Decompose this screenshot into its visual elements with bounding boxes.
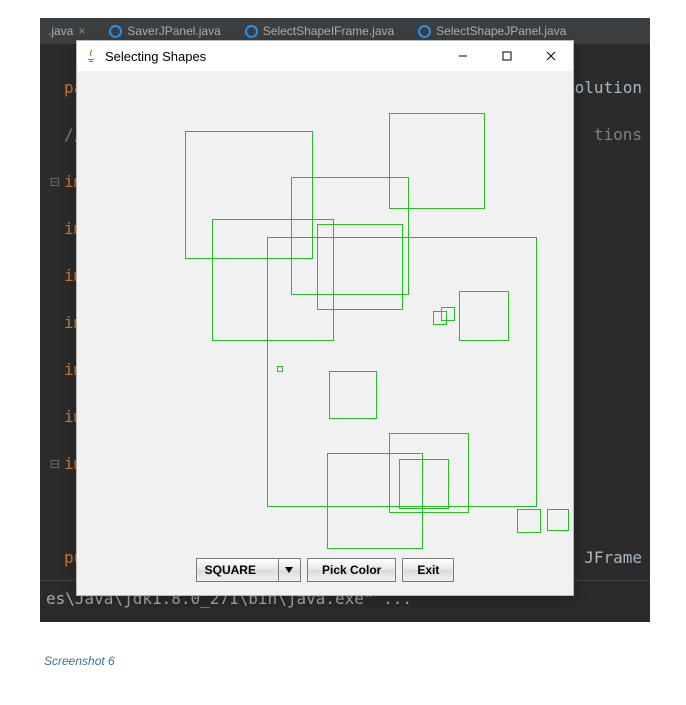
ide-tab-label: SelectShapeJPanel.java xyxy=(436,24,566,38)
square-shape xyxy=(277,366,283,372)
square-shape xyxy=(389,113,485,209)
ide-tab[interactable]: SelectShapeIFrame.java xyxy=(245,24,394,38)
ide-tab-label: SaverJPanel.java xyxy=(127,24,220,38)
close-button[interactable] xyxy=(529,41,573,71)
square-shape xyxy=(329,371,377,419)
class-icon xyxy=(245,25,258,38)
ide-tab[interactable]: SelectShapeJPanel.java xyxy=(418,24,566,38)
maximize-button[interactable] xyxy=(485,41,529,71)
figure-caption: Screenshot 6 xyxy=(44,654,115,668)
ide-tab[interactable]: SaverJPanel.java xyxy=(109,24,220,38)
square-shape xyxy=(517,509,541,533)
class-icon xyxy=(418,25,431,38)
app-window: Selecting Shapes SQUARE Pick Color Exit xyxy=(76,40,574,596)
ide-tab-label: SelectShapeIFrame.java xyxy=(263,24,394,38)
minimize-button[interactable] xyxy=(441,41,485,71)
square-shape xyxy=(547,509,569,531)
square-shape xyxy=(399,459,449,509)
button-label: Exit xyxy=(417,563,439,577)
button-label: Pick Color xyxy=(322,563,381,577)
title-bar: Selecting Shapes xyxy=(77,41,573,71)
java-icon xyxy=(83,48,99,64)
code-text: tions xyxy=(594,125,642,144)
ide-tab[interactable]: .java × xyxy=(48,24,85,38)
pick-color-button[interactable]: Pick Color xyxy=(307,558,396,582)
ide-tab-label: .java xyxy=(48,24,73,38)
square-shape xyxy=(441,307,455,321)
code-text: JFrame xyxy=(584,548,642,567)
chevron-down-icon xyxy=(278,559,300,581)
window-title: Selecting Shapes xyxy=(105,49,441,64)
class-icon xyxy=(109,25,122,38)
control-bar: SQUARE Pick Color Exit xyxy=(77,553,573,595)
drawing-canvas[interactable] xyxy=(77,71,573,553)
shape-select[interactable]: SQUARE xyxy=(196,558,301,582)
square-shape xyxy=(459,291,509,341)
shape-select-value: SQUARE xyxy=(205,563,256,577)
code-text: olution xyxy=(575,78,642,97)
exit-button[interactable]: Exit xyxy=(402,558,454,582)
